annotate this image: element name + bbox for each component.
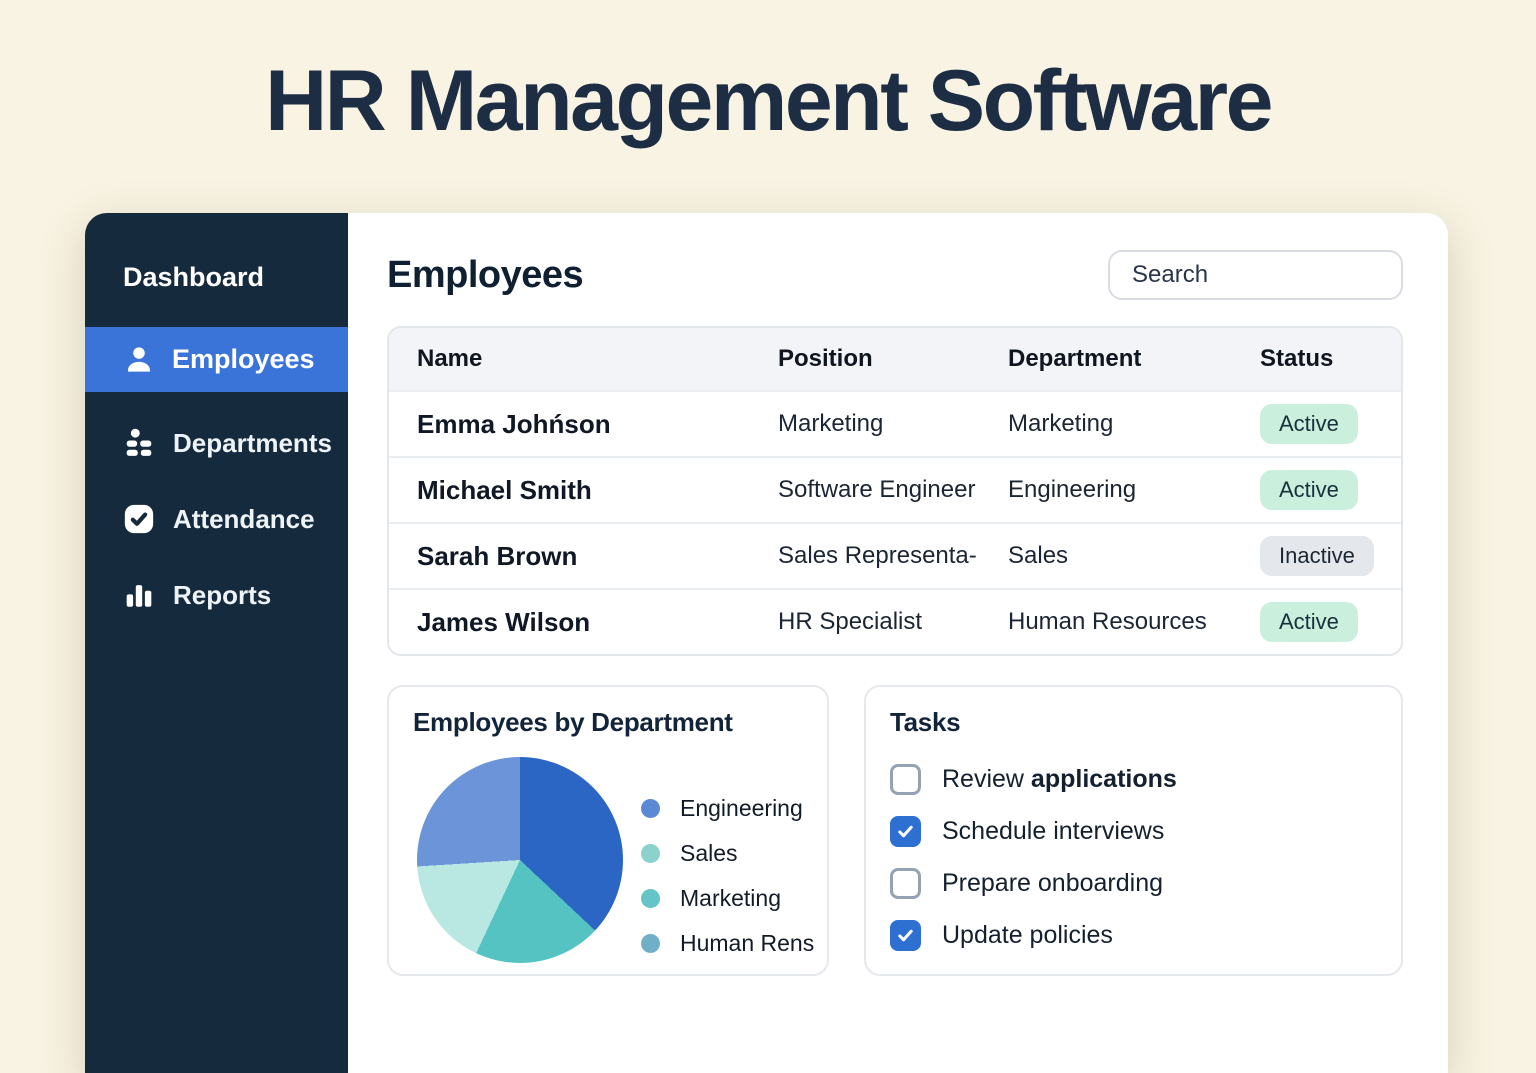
sidebar: Dashboard Employees Departments Attendan… bbox=[85, 213, 348, 1073]
legend-dot-sales bbox=[641, 844, 660, 863]
table-row[interactable]: Sarah Brown Sales Representa- Sales Inac… bbox=[389, 522, 1401, 588]
bar-chart-icon bbox=[123, 579, 155, 611]
employee-position: Sales Representa- bbox=[778, 542, 977, 569]
employee-name: Emma Johńson bbox=[417, 408, 611, 439]
sidebar-item-dashboard[interactable]: Dashboard bbox=[85, 261, 348, 293]
employee-name: Michael Smith bbox=[417, 474, 592, 505]
legend-label: Human Rens bbox=[680, 930, 815, 956]
column-header-name: Name bbox=[417, 345, 483, 372]
legend-dot-human-resources bbox=[641, 934, 660, 953]
task-review-applications[interactable]: Review applications bbox=[890, 753, 1401, 805]
check-square-icon bbox=[123, 503, 155, 535]
tasks-card: Tasks Review applications Schedule inter… bbox=[864, 685, 1403, 976]
column-header-status: Status bbox=[1260, 345, 1334, 372]
task-label: Update policies bbox=[942, 920, 1113, 949]
pie-card-title: Employees by Department bbox=[413, 707, 733, 737]
sidebar-item-reports[interactable]: Reports bbox=[85, 567, 348, 623]
employee-department: Human Resources bbox=[1008, 608, 1207, 635]
org-chart-icon bbox=[123, 427, 155, 459]
sidebar-nav-list: Departments Attendance Reports bbox=[85, 415, 348, 643]
status-badge: Active bbox=[1260, 470, 1358, 510]
employee-name: Sarah Brown bbox=[417, 540, 578, 571]
table-row[interactable]: James Wilson HR Specialist Human Resourc… bbox=[389, 588, 1401, 654]
sidebar-item-label: Employees bbox=[172, 344, 315, 374]
main-header: Employees bbox=[387, 250, 1403, 300]
pie-legend: Engineering Sales Marketing Human Rens bbox=[641, 786, 814, 966]
employee-department: Sales bbox=[1008, 542, 1069, 569]
employee-position: Marketing bbox=[778, 410, 884, 437]
page-title: HR Management Software bbox=[265, 53, 1273, 149]
sidebar-item-employees[interactable]: Employees bbox=[85, 327, 348, 392]
page-heading: Employees bbox=[387, 253, 584, 296]
task-label: Review applications bbox=[942, 764, 1177, 793]
employee-position: HR Specialist bbox=[778, 608, 923, 635]
task-label: Schedule interviews bbox=[942, 816, 1165, 845]
legend-label: Sales bbox=[680, 840, 738, 866]
employees-table: Name Position Department Status Emma Joh… bbox=[387, 326, 1403, 656]
sidebar-item-label: Reports bbox=[173, 579, 272, 610]
status-badge: Inactive bbox=[1260, 536, 1374, 576]
task-checkbox[interactable] bbox=[890, 867, 921, 899]
legend-label: Marketing bbox=[680, 885, 781, 911]
column-header-position: Position bbox=[778, 345, 873, 372]
sidebar-item-label: Attendance bbox=[173, 503, 315, 534]
sidebar-item-attendance[interactable]: Attendance bbox=[85, 491, 348, 547]
legend-item: Marketing bbox=[641, 876, 814, 921]
search-input[interactable] bbox=[1108, 250, 1403, 300]
employee-department: Engineering bbox=[1008, 476, 1137, 503]
legend-item: Sales bbox=[641, 831, 814, 876]
main-content: Employees Name Position Department Statu… bbox=[348, 213, 1448, 1073]
status-badge: Active bbox=[1260, 602, 1358, 642]
employees-by-department-card: Employees by Department Engineering Sale… bbox=[387, 685, 829, 976]
tasks-card-title: Tasks bbox=[890, 707, 961, 737]
task-list: Review applications Schedule interviews … bbox=[890, 753, 1401, 961]
task-schedule-interviews[interactable]: Schedule interviews bbox=[890, 805, 1401, 857]
bottom-cards-row: Employees by Department Engineering Sale… bbox=[387, 685, 1403, 976]
status-badge: Active bbox=[1260, 404, 1358, 444]
person-icon bbox=[123, 344, 155, 376]
task-checkbox[interactable] bbox=[890, 919, 921, 951]
department-pie-chart bbox=[417, 757, 623, 963]
employee-department: Marketing bbox=[1008, 410, 1114, 437]
legend-dot-marketing bbox=[641, 889, 660, 908]
sidebar-item-label: Departments bbox=[173, 427, 332, 458]
legend-item: Engineering bbox=[641, 786, 814, 831]
employee-name: James Wilson bbox=[417, 606, 591, 637]
task-checkbox[interactable] bbox=[890, 815, 921, 847]
table-header-row: Name Position Department Status bbox=[389, 328, 1401, 390]
task-checkbox[interactable] bbox=[890, 763, 921, 795]
sidebar-item-departments[interactable]: Departments bbox=[85, 415, 348, 471]
employee-position: Software Engineer bbox=[778, 476, 976, 503]
table-row[interactable]: Emma Johńson Marketing Marketing Active bbox=[389, 390, 1401, 456]
task-label: Prepare onboarding bbox=[942, 868, 1163, 897]
legend-dot-engineering bbox=[641, 799, 660, 818]
task-prepare-onboarding[interactable]: Prepare onboarding bbox=[890, 857, 1401, 909]
table-row[interactable]: Michael Smith Software Engineer Engineer… bbox=[389, 456, 1401, 522]
legend-label: Engineering bbox=[680, 795, 803, 821]
app-window: Dashboard Employees Departments Attendan… bbox=[85, 213, 1448, 1073]
task-update-policies[interactable]: Update policies bbox=[890, 909, 1401, 961]
legend-item: Human Rens bbox=[641, 921, 814, 966]
column-header-department: Department bbox=[1008, 345, 1142, 372]
